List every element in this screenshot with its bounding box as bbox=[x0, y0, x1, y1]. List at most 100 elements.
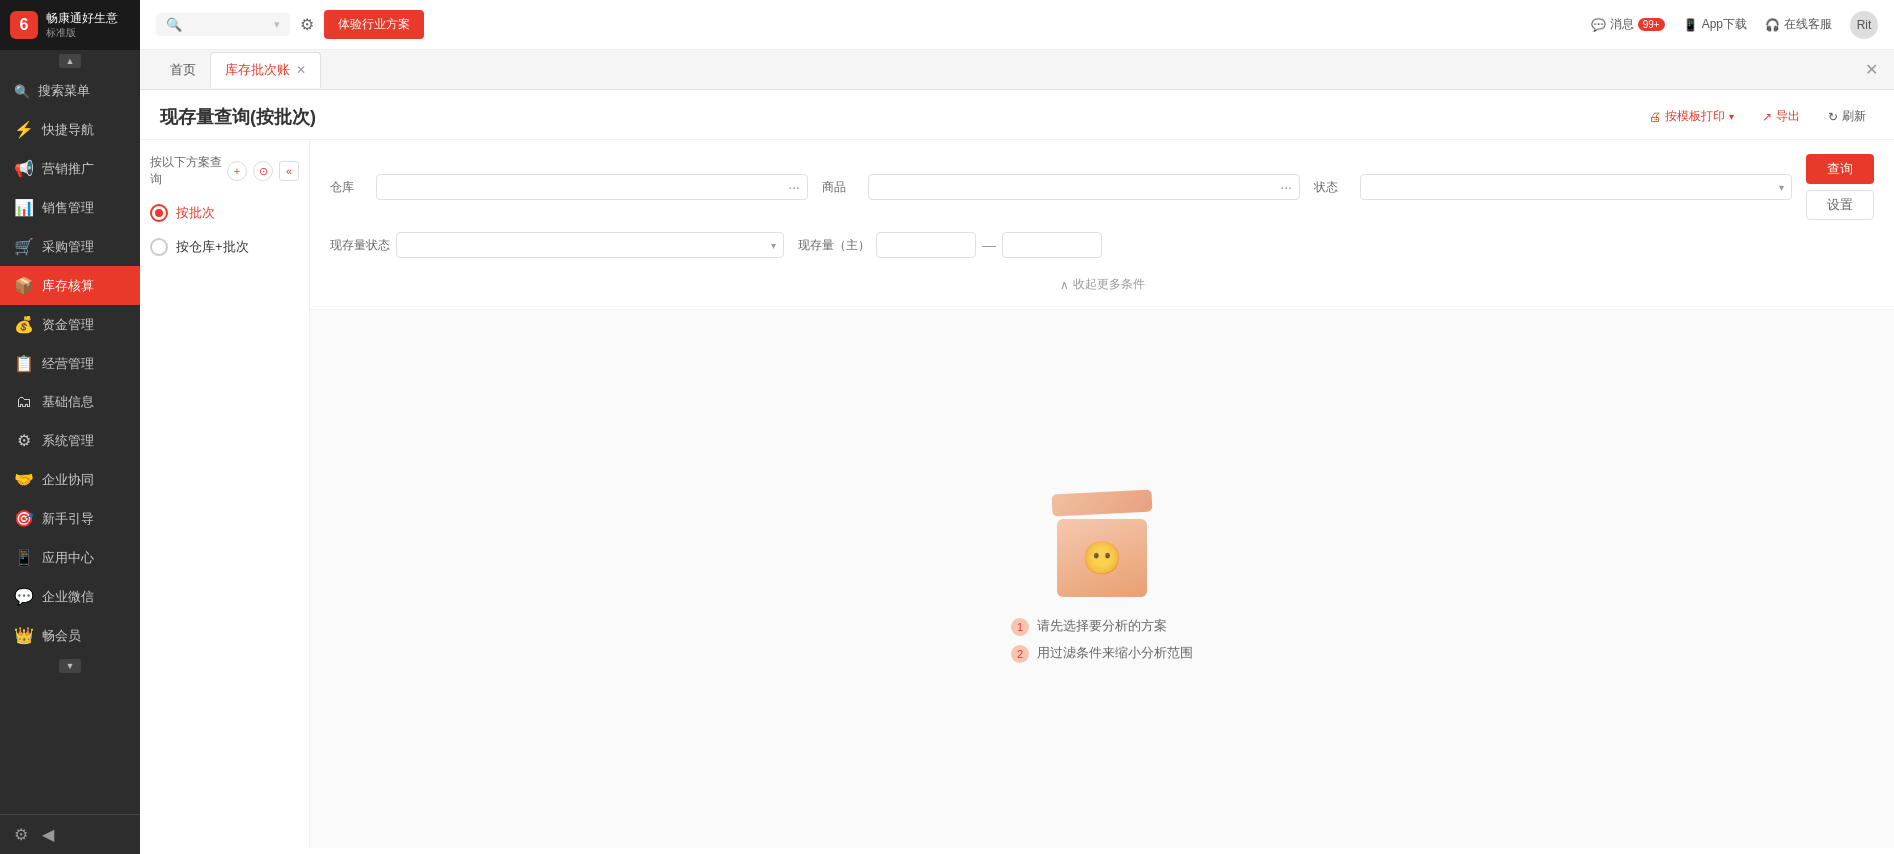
collapse-btn[interactable]: ∧ 收起更多条件 bbox=[330, 270, 1874, 299]
basic-icon: 🗂 bbox=[14, 393, 34, 411]
sidebar-item-basic[interactable]: 🗂 基础信息 bbox=[0, 383, 140, 421]
online-service-btn[interactable]: 🎧 在线客服 bbox=[1765, 16, 1832, 33]
page-header: 现存量查询(按批次) 🖨 按模板打印 ▾ ↗ 导出 ↻ 刷新 bbox=[140, 90, 1894, 140]
topbar-search-box[interactable]: 🔍 ▾ bbox=[156, 13, 290, 36]
message-icon: 💬 bbox=[1591, 18, 1606, 32]
sidebar-settings-icon[interactable]: ⚙ bbox=[14, 825, 28, 844]
main-area: 🔍 ▾ ⚙ 体验行业方案 💬 消息 99+ 📱 App下载 🎧 在线客服 Rit bbox=[140, 0, 1894, 854]
product-label: 商品 bbox=[822, 179, 862, 196]
trial-btn[interactable]: 体验行业方案 bbox=[324, 10, 424, 39]
sidebar-item-sales[interactable]: 📊 销售管理 bbox=[0, 188, 140, 227]
inventory-qty-to[interactable] bbox=[1002, 232, 1102, 258]
sidebar-item-enterprise[interactable]: 🤝 企业协同 bbox=[0, 460, 140, 499]
app-download-btn[interactable]: 📱 App下载 bbox=[1683, 16, 1747, 33]
inventory-status-select[interactable] bbox=[396, 232, 784, 258]
scheme-panel: 按以下方案查询 + ⊙ « 按批次 按仓库+批次 bbox=[140, 140, 310, 848]
status-select[interactable] bbox=[1360, 174, 1792, 200]
filter-row-2: 现存量状态 ▾ 现存量（主） — bbox=[330, 232, 1874, 258]
app-logo: 6 bbox=[10, 11, 38, 39]
business-icon: 📋 bbox=[14, 354, 34, 373]
scheme-add-btn[interactable]: + bbox=[227, 161, 247, 181]
product-dots[interactable]: ··· bbox=[1280, 179, 1292, 195]
topbar-search-input[interactable] bbox=[188, 18, 268, 32]
tab-panel-close-btn[interactable]: ✕ bbox=[1865, 60, 1878, 79]
empty-tips: 1 请先选择要分析的方案 2 用过滤条件来缩小分析范围 bbox=[1011, 617, 1193, 671]
tab-batch[interactable]: 库存批次账 ✕ bbox=[210, 52, 321, 88]
inventory-icon: 📦 bbox=[14, 276, 34, 295]
messages-badge: 99+ bbox=[1638, 18, 1665, 31]
sidebar-item-finance[interactable]: 💰 资金管理 bbox=[0, 305, 140, 344]
sidebar-item-marketing[interactable]: 📢 营销推广 bbox=[0, 149, 140, 188]
wechat-icon: 💬 bbox=[14, 587, 34, 606]
empty-state: 😶 1 请先选择要分析的方案 2 用过滤条件来缩小分析范围 bbox=[310, 310, 1894, 848]
sidebar-item-system[interactable]: ⚙ 系统管理 bbox=[0, 421, 140, 460]
page-content: 现存量查询(按批次) 🖨 按模板打印 ▾ ↗ 导出 ↻ 刷新 bbox=[140, 90, 1894, 854]
topbar-settings-icon[interactable]: ⚙ bbox=[300, 15, 314, 34]
status-label: 状态 bbox=[1314, 179, 1354, 196]
user-avatar[interactable]: Rit bbox=[1850, 11, 1878, 39]
sidebar-nav: ▲ 🔍 搜索菜单 ⚡ 快捷导航 📢 营销推广 📊 销售管理 🛒 采购管理 📦 库… bbox=[0, 50, 140, 814]
scheme-panel-title: 按以下方案查询 bbox=[150, 154, 227, 188]
tab-batch-close[interactable]: ✕ bbox=[296, 63, 306, 77]
messages-btn[interactable]: 💬 消息 99+ bbox=[1591, 16, 1665, 33]
export-icon: ↗ bbox=[1762, 110, 1772, 124]
marketing-icon: 📢 bbox=[14, 159, 34, 178]
sidebar-item-quick-nav[interactable]: ⚡ 快捷导航 bbox=[0, 110, 140, 149]
page-title: 现存量查询(按批次) bbox=[160, 105, 316, 129]
enterprise-icon: 🤝 bbox=[14, 470, 34, 489]
print-btn[interactable]: 🖨 按模板打印 ▾ bbox=[1641, 104, 1742, 129]
sidebar-collapse-icon[interactable]: ◀ bbox=[42, 825, 54, 844]
query-buttons: 查询 设置 bbox=[1806, 154, 1874, 220]
sidebar-header: 6 畅康通好生意 标准版 bbox=[0, 0, 140, 50]
warehouse-filter: 仓库 ··· bbox=[330, 174, 808, 200]
print-icon: 🖨 bbox=[1649, 110, 1661, 124]
inventory-status-label: 现存量状态 bbox=[330, 237, 390, 254]
query-btn[interactable]: 查询 bbox=[1806, 154, 1874, 184]
refresh-btn[interactable]: ↻ 刷新 bbox=[1820, 104, 1874, 129]
warehouse-input[interactable] bbox=[376, 174, 808, 200]
settings-btn[interactable]: 设置 bbox=[1806, 190, 1874, 220]
inventory-qty-filter: 现存量（主） — bbox=[798, 232, 1252, 258]
sidebar-scroll-up[interactable]: ▲ bbox=[59, 54, 81, 68]
status-filter: 状态 ▾ bbox=[1314, 174, 1792, 200]
query-area: 仓库 ··· 商品 ··· bbox=[310, 140, 1894, 848]
sidebar-item-newbie[interactable]: 🎯 新手引导 bbox=[0, 499, 140, 538]
box-body: 😶 bbox=[1057, 519, 1147, 597]
app-brand: 畅康通好生意 标准版 bbox=[46, 10, 118, 41]
tip2-num: 2 bbox=[1011, 645, 1029, 663]
sidebar-item-search[interactable]: 🔍 搜索菜单 bbox=[0, 72, 140, 110]
product-input[interactable] bbox=[868, 174, 1300, 200]
search-icon: 🔍 bbox=[14, 84, 30, 99]
inventory-qty-label: 现存量（主） bbox=[798, 237, 870, 254]
sidebar-item-inventory[interactable]: 📦 库存核算 bbox=[0, 266, 140, 305]
warehouse-label: 仓库 bbox=[330, 179, 370, 196]
scheme-panel-icons: + ⊙ « bbox=[227, 161, 299, 181]
scheme-active-dot bbox=[150, 204, 168, 222]
empty-tip-2: 2 用过滤条件来缩小分析范围 bbox=[1011, 644, 1193, 663]
sidebar-item-wechat[interactable]: 💬 企业微信 bbox=[0, 577, 140, 616]
finance-icon: 💰 bbox=[14, 315, 34, 334]
tip1-num: 1 bbox=[1011, 618, 1029, 636]
sidebar-footer: ⚙ ◀ bbox=[0, 814, 140, 854]
topbar-dropdown-icon[interactable]: ▾ bbox=[274, 18, 280, 31]
tab-home[interactable]: 首页 bbox=[156, 53, 210, 87]
box-face-icon: 😶 bbox=[1082, 539, 1122, 577]
inventory-status-filter: 现存量状态 ▾ bbox=[330, 232, 784, 258]
sidebar-scroll-down[interactable]: ▼ bbox=[59, 659, 81, 673]
newbie-icon: 🎯 bbox=[14, 509, 34, 528]
print-dropdown-icon[interactable]: ▾ bbox=[1729, 111, 1734, 122]
sidebar-item-business[interactable]: 📋 经营管理 bbox=[0, 344, 140, 383]
scheme-item-by-batch[interactable]: 按批次 bbox=[140, 196, 309, 230]
export-btn[interactable]: ↗ 导出 bbox=[1754, 104, 1808, 129]
inventory-qty-from[interactable] bbox=[876, 232, 976, 258]
content-body: 按以下方案查询 + ⊙ « 按批次 按仓库+批次 bbox=[140, 140, 1894, 848]
warehouse-dots[interactable]: ··· bbox=[788, 179, 800, 195]
sidebar-item-purchase[interactable]: 🛒 采购管理 bbox=[0, 227, 140, 266]
scheme-item-by-warehouse-batch[interactable]: 按仓库+批次 bbox=[140, 230, 309, 264]
sidebar-item-app-center[interactable]: 📱 应用中心 bbox=[0, 538, 140, 577]
quick-nav-icon: ⚡ bbox=[14, 120, 34, 139]
sales-icon: 📊 bbox=[14, 198, 34, 217]
scheme-settings-btn[interactable]: ⊙ bbox=[253, 161, 273, 181]
scheme-collapse-btn[interactable]: « bbox=[279, 161, 299, 181]
sidebar-item-member[interactable]: 👑 畅会员 bbox=[0, 616, 140, 655]
